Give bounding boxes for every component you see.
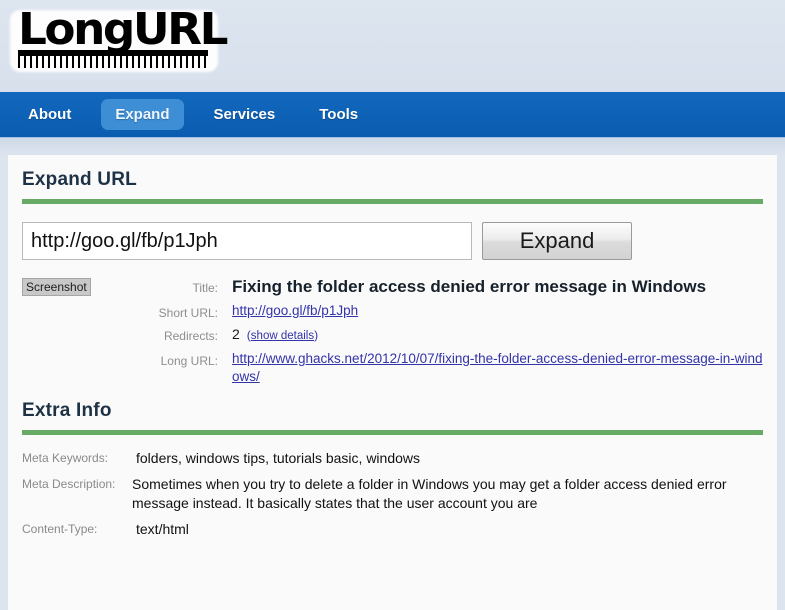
nav-underbar bbox=[0, 137, 785, 156]
extra-info-divider bbox=[22, 430, 763, 435]
expand-button[interactable]: Expand bbox=[482, 222, 632, 260]
nav-item-expand[interactable]: Expand bbox=[101, 99, 184, 130]
value-title: Fixing the folder access denied error me… bbox=[232, 277, 707, 296]
nav-item-tools[interactable]: Tools bbox=[305, 99, 372, 130]
label-long-url: Long URL: bbox=[160, 354, 218, 368]
ruler-ticks-long bbox=[18, 55, 208, 64]
nav-item-services[interactable]: Services bbox=[200, 99, 290, 130]
nav-item-about[interactable]: About bbox=[14, 99, 85, 130]
logo-text: LongURL bbox=[18, 4, 228, 55]
label-meta-keywords: Meta Keywords: bbox=[22, 451, 109, 465]
url-input[interactable] bbox=[22, 222, 472, 260]
label-short-url: Short URL: bbox=[158, 306, 218, 320]
value-redirects: 2 (show details) bbox=[232, 325, 763, 345]
label-title: Title: bbox=[192, 281, 218, 295]
expand-url-heading: Expand URL bbox=[22, 169, 137, 190]
site-header: LongURL bbox=[0, 0, 785, 92]
heading-divider bbox=[22, 199, 763, 204]
label-meta-description: Meta Description: bbox=[22, 477, 116, 491]
paren-close: ) bbox=[314, 328, 319, 342]
result-fields: Title: Fixing the folder access denied e… bbox=[110, 277, 763, 386]
screenshot-alt-text: Screenshot bbox=[22, 278, 91, 296]
content-panel: Expand URL Expand Screenshot Title: Fixi… bbox=[8, 155, 777, 610]
label-content-type: Content-Type: bbox=[22, 522, 98, 536]
expand-form: Expand bbox=[22, 222, 763, 260]
value-long-url: http://www.ghacks.net/2012/10/07/fixing-… bbox=[232, 350, 763, 386]
screenshot-thumbnail[interactable]: Screenshot bbox=[22, 277, 110, 296]
result-block: Screenshot Title: Fixing the folder acce… bbox=[22, 277, 763, 386]
short-url-link[interactable]: http://goo.gl/fb/p1Jph bbox=[232, 303, 358, 318]
extra-info-heading: Extra Info bbox=[22, 400, 112, 421]
ruler-icon bbox=[18, 50, 208, 68]
value-short-url: http://goo.gl/fb/p1Jph bbox=[232, 302, 763, 320]
site-logo[interactable]: LongURL bbox=[8, 4, 228, 76]
main-navigation: About Expand Services Tools bbox=[0, 92, 785, 137]
value-meta-description: Sometimes when you try to delete a folde… bbox=[132, 476, 727, 511]
long-url-link[interactable]: http://www.ghacks.net/2012/10/07/fixing-… bbox=[232, 351, 763, 384]
redirects-count: 2 bbox=[232, 326, 240, 342]
value-meta-keywords: folders, windows tips, tutorials basic, … bbox=[136, 450, 421, 466]
show-details-link[interactable]: show details bbox=[251, 330, 314, 342]
label-redirects: Redirects: bbox=[163, 329, 218, 343]
value-content-type: text/html bbox=[136, 521, 189, 537]
extra-info-table: Meta Keywords: folders, windows tips, tu… bbox=[22, 449, 763, 539]
